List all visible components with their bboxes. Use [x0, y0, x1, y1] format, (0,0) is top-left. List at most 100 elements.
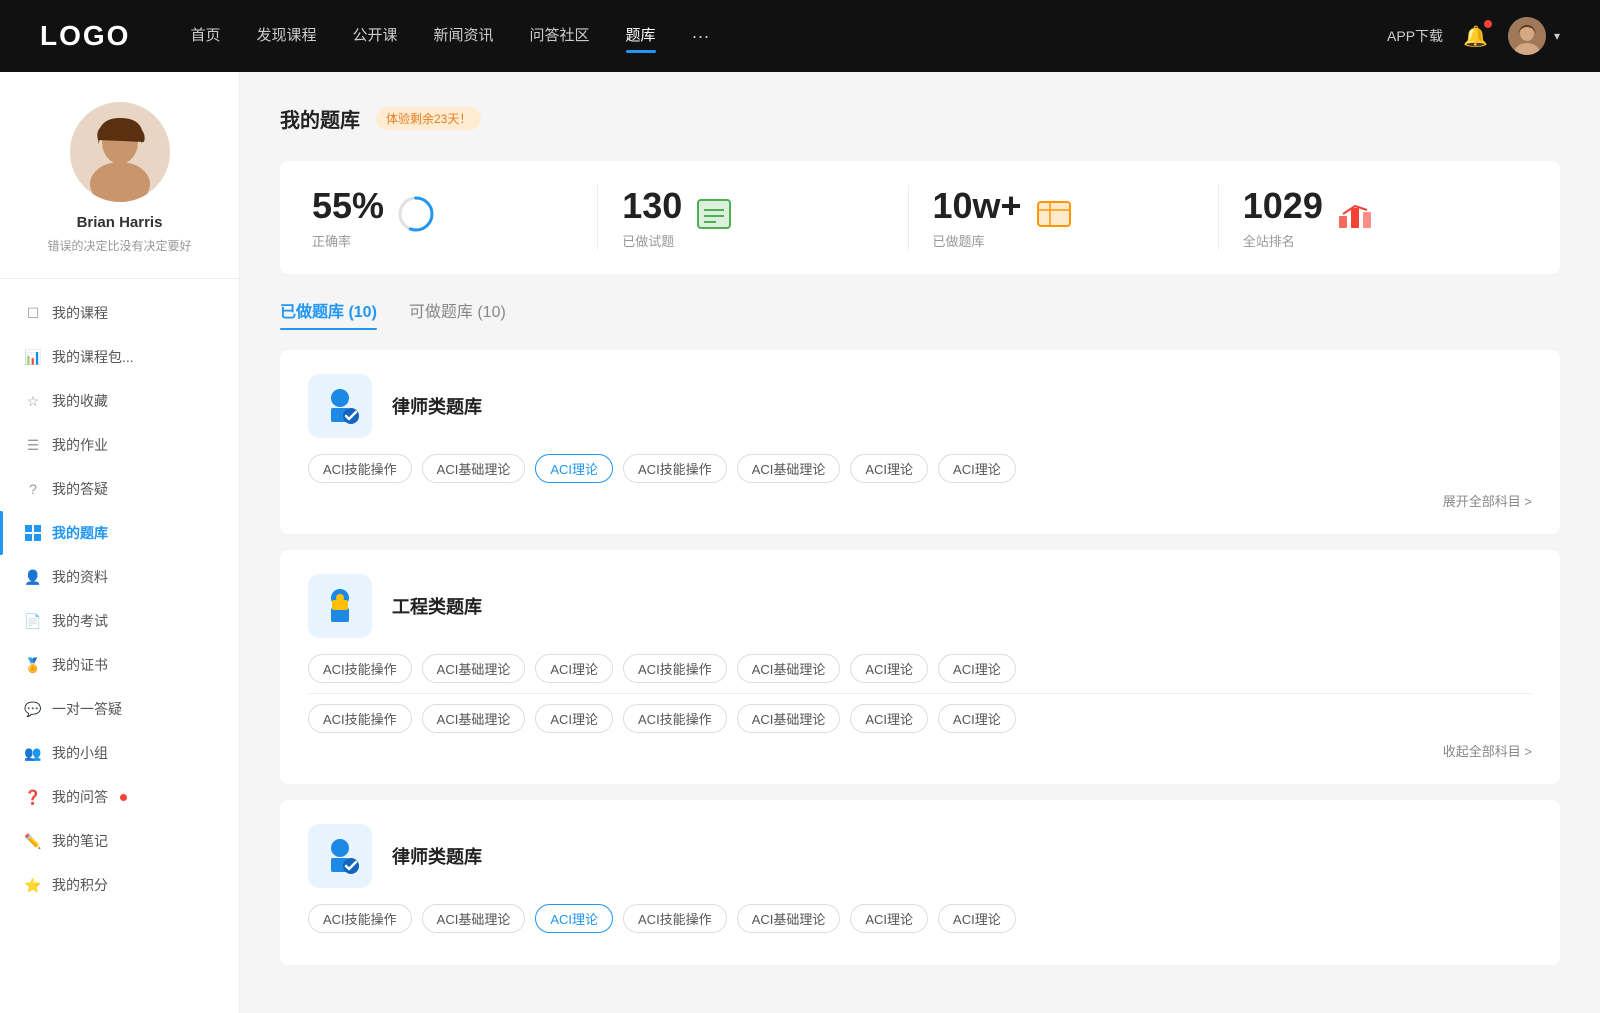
tab-available-banks[interactable]: 可做题库 (10) — [409, 298, 506, 330]
qbank-card-lawyer: 律师类题库 ACI技能操作 ACI基础理论 ACI理论 ACI技能操作 ACI基… — [280, 350, 1560, 534]
page-title: 我的题库 — [280, 104, 360, 133]
nav-links: 首页 发现课程 公开课 新闻资讯 问答社区 题库 ··· — [190, 24, 1387, 49]
ranking-number: 1029 — [1243, 185, 1323, 227]
sidebar-menu: ☐ 我的课程 📊 我的课程包... ☆ 我的收藏 ☰ 我的作业 ? 我的答疑 — [0, 279, 239, 919]
main-content: 我的题库 体验剩余23天！ 55% 正确率 130 — [240, 72, 1600, 1013]
avatar — [1508, 17, 1546, 55]
sidebar-item-qbank[interactable]: 我的题库 — [0, 511, 239, 555]
sidebar-item-notes[interactable]: ✏️ 我的笔记 — [0, 819, 239, 863]
nav-home[interactable]: 首页 — [190, 24, 220, 49]
sidebar-item-courses[interactable]: ☐ 我的课程 — [0, 291, 239, 335]
qbank-tags-engineering-row1: ACI技能操作 ACI基础理论 ACI理论 ACI技能操作 ACI基础理论 AC… — [308, 654, 1532, 683]
score-icon: ⭐ — [24, 876, 42, 894]
collapse-link-engineering[interactable]: 收起全部科目 > — [308, 741, 1532, 760]
qbank-card-engineering: 工程类题库 ACI技能操作 ACI基础理论 ACI理论 ACI技能操作 ACI基… — [280, 550, 1560, 784]
avatar-dropdown-icon: ▾ — [1554, 29, 1560, 43]
qbank-title-engineering: 工程类题库 — [392, 593, 482, 619]
sidebar-item-homework[interactable]: ☰ 我的作业 — [0, 423, 239, 467]
chart-icon: 📊 — [24, 348, 42, 366]
nav-discover[interactable]: 发现课程 — [256, 24, 316, 49]
done-q-icon — [696, 196, 732, 239]
tag-item[interactable]: ACI理论 — [850, 704, 928, 733]
qbank-header-engineering: 工程类题库 — [308, 574, 1532, 638]
done-q-label: 已做试题 — [622, 231, 682, 250]
tag-item[interactable]: ACI理论 — [850, 904, 928, 933]
sidebar-item-exam[interactable]: 📄 我的考试 — [0, 599, 239, 643]
chat-icon: 💬 — [24, 700, 42, 718]
page-header: 我的题库 体验剩余23天！ — [280, 104, 1560, 133]
expand-link-lawyer[interactable]: 展开全部科目 > — [308, 491, 1532, 510]
tag-item[interactable]: ACI基础理论 — [737, 654, 841, 683]
tag-item[interactable]: ACI基础理论 — [737, 704, 841, 733]
qbank-card-lawyer2: 律师类题库 ACI技能操作 ACI基础理论 ACI理论 ACI技能操作 ACI基… — [280, 800, 1560, 965]
sidebar-item-qa[interactable]: ? 我的答疑 — [0, 467, 239, 511]
tag-item[interactable]: ACI技能操作 — [308, 904, 412, 933]
navbar: LOGO 首页 发现课程 公开课 新闻资讯 问答社区 题库 ··· APP下载 … — [0, 0, 1600, 72]
tag-item[interactable]: ACI理论 — [938, 704, 1016, 733]
tab-done-banks[interactable]: 已做题库 (10) — [280, 298, 377, 330]
tag-item[interactable]: ACI基础理论 — [422, 654, 526, 683]
sidebar-item-points[interactable]: ⭐ 我的积分 — [0, 863, 239, 907]
sidebar-item-cert[interactable]: 🏅 我的证书 — [0, 643, 239, 687]
tag-item[interactable]: ACI基础理论 — [737, 904, 841, 933]
accuracy-icon — [398, 196, 434, 239]
done-b-label: 已做题库 — [933, 231, 1022, 250]
group-icon: 👥 — [24, 744, 42, 762]
tag-item[interactable]: ACI理论 — [850, 454, 928, 483]
stat-accuracy: 55% 正确率 — [312, 185, 598, 250]
ranking-icon — [1337, 196, 1373, 239]
sidebar-item-favorites[interactable]: ☆ 我的收藏 — [0, 379, 239, 423]
tag-item[interactable]: ACI基础理论 — [422, 904, 526, 933]
navbar-right: APP下载 🔔 ▾ — [1387, 17, 1560, 55]
qbank-tags-lawyer: ACI技能操作 ACI基础理论 ACI理论 ACI技能操作 ACI基础理论 AC… — [308, 454, 1532, 483]
qbank-tags-engineering-row2: ACI技能操作 ACI基础理论 ACI理论 ACI技能操作 ACI基础理论 AC… — [308, 704, 1532, 733]
app-download-link[interactable]: APP下载 — [1387, 26, 1443, 46]
tag-item-active[interactable]: ACI理论 — [535, 454, 613, 483]
accuracy-label: 正确率 — [312, 231, 384, 250]
notification-bell[interactable]: 🔔 — [1463, 24, 1488, 49]
tag-item[interactable]: ACI理论 — [535, 654, 613, 683]
profile-motto: 错误的决定比没有决定要好 — [47, 237, 191, 254]
tag-item[interactable]: ACI基础理论 — [737, 454, 841, 483]
ranking-label: 全站排名 — [1243, 231, 1323, 250]
tag-item[interactable]: ACI技能操作 — [623, 654, 727, 683]
nav-opencourse[interactable]: 公开课 — [352, 24, 397, 49]
nav-news[interactable]: 新闻资讯 — [434, 24, 494, 49]
tag-item[interactable]: ACI技能操作 — [623, 704, 727, 733]
qbank-icon-lawyer — [308, 374, 372, 438]
qbank-tags-lawyer2: ACI技能操作 ACI基础理论 ACI理论 ACI技能操作 ACI基础理论 AC… — [308, 904, 1532, 933]
tag-item[interactable]: ACI技能操作 — [308, 654, 412, 683]
tag-item[interactable]: ACI理论 — [938, 454, 1016, 483]
trial-badge: 体验剩余23天！ — [376, 107, 481, 130]
qbank-header-lawyer: 律师类题库 — [308, 374, 1532, 438]
tag-item[interactable]: ACI技能操作 — [308, 454, 412, 483]
logo[interactable]: LOGO — [40, 20, 130, 52]
tag-item[interactable]: ACI理论 — [850, 654, 928, 683]
nav-qbank[interactable]: 题库 — [626, 24, 656, 49]
page-body: Brian Harris 错误的决定比没有决定要好 ☐ 我的课程 📊 我的课程包… — [0, 72, 1600, 1013]
tag-item[interactable]: ACI技能操作 — [623, 454, 727, 483]
tag-item[interactable]: ACI理论 — [938, 654, 1016, 683]
user-avatar-menu[interactable]: ▾ — [1508, 17, 1560, 55]
tag-item-active[interactable]: ACI理论 — [535, 904, 613, 933]
tag-item[interactable]: ACI基础理论 — [422, 454, 526, 483]
doc-icon: ☰ — [24, 436, 42, 454]
sidebar-item-profile[interactable]: 👤 我的资料 — [0, 555, 239, 599]
file2-icon: 📄 — [24, 612, 42, 630]
grid-icon — [24, 524, 42, 542]
sidebar-item-myqa[interactable]: ❓ 我的问答 — [0, 775, 239, 819]
notification-badge — [1484, 20, 1492, 28]
nav-qa[interactable]: 问答社区 — [530, 24, 590, 49]
sidebar-item-group[interactable]: 👥 我的小组 — [0, 731, 239, 775]
nav-more[interactable]: ··· — [692, 26, 710, 47]
sidebar-item-tutoring[interactable]: 💬 一对一答疑 — [0, 687, 239, 731]
tag-item[interactable]: ACI理论 — [938, 904, 1016, 933]
tag-item[interactable]: ACI基础理论 — [422, 704, 526, 733]
qbank-icon-engineering — [308, 574, 372, 638]
sidebar-item-coursepack[interactable]: 📊 我的课程包... — [0, 335, 239, 379]
tag-item[interactable]: ACI理论 — [535, 704, 613, 733]
note-icon: ✏️ — [24, 832, 42, 850]
sidebar: Brian Harris 错误的决定比没有决定要好 ☐ 我的课程 📊 我的课程包… — [0, 72, 240, 1013]
tag-item[interactable]: ACI技能操作 — [308, 704, 412, 733]
tag-item[interactable]: ACI技能操作 — [623, 904, 727, 933]
